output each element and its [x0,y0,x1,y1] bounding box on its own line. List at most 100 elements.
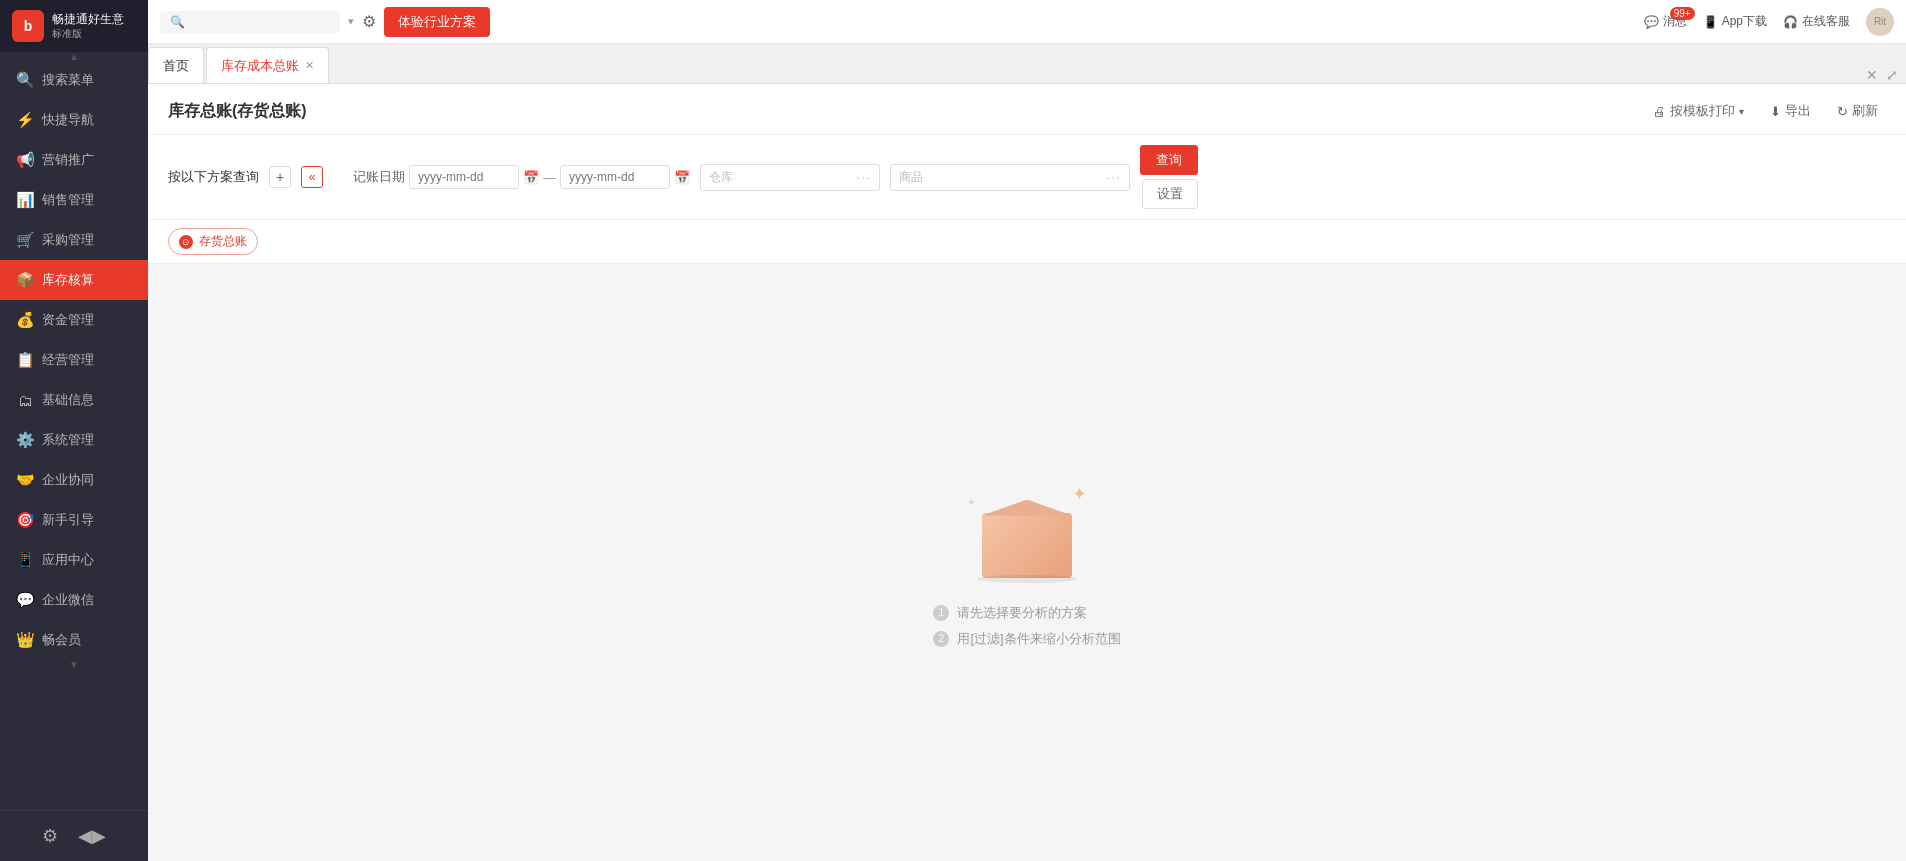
topbar-chevron-icon[interactable]: ▾ [348,15,354,28]
scroll-up[interactable]: ▲ [0,52,148,60]
content-area: 库存总账(存货总账) 🖨 按模板打印 ▾ ⬇ 导出 ↻ 刷新 按以下方案查询 [148,84,1906,861]
industry-btn[interactable]: 体验行业方案 [384,7,490,37]
filter-collapse-btn[interactable]: « [301,166,323,188]
corp-icon: 🤝 [16,471,34,489]
guide-icon: 🎯 [16,511,34,529]
query-btn[interactable]: 查询 [1140,145,1198,175]
sidebar-nav: ▲ 🔍 搜索菜单 ⚡ 快捷导航 📢 营销推广 📊 销售管理 🛒 采购管理 📦 库… [0,52,148,810]
sidebar: b 畅捷通好生意 标准版 ▲ 🔍 搜索菜单 ⚡ 快捷导航 📢 营销推广 📊 销售… [0,0,148,861]
filter-goods[interactable]: 商品 ··· [890,164,1130,191]
panel-close-btn[interactable]: ✕ [1866,67,1878,83]
sidebar-item-system[interactable]: ⚙️ 系统管理 [0,420,148,460]
tab-home[interactable]: 首页 [148,47,204,83]
sidebar-item-guide[interactable]: 🎯 新手引导 [0,500,148,540]
export-icon: ⬇ [1770,104,1781,119]
warehouse-more-icon[interactable]: ··· [856,169,871,185]
topbar: 🔍 ▾ ⚙ 体验行业方案 💬 消息 99+ 📱 App下载 🎧 在线客服 Rit [148,0,1906,44]
sidebar-item-search[interactable]: 🔍 搜索菜单 [0,60,148,100]
page-header: 库存总账(存货总账) 🖨 按模板打印 ▾ ⬇ 导出 ↻ 刷新 [148,84,1906,135]
refresh-icon: ↻ [1837,104,1848,119]
filter-bar: 按以下方案查询 + « 记账日期 📅 — 📅 仓库 ··· 商品 ··· 查询 [148,135,1906,220]
box-top [982,500,1072,516]
scheme-dot-icon: ⊙ [179,235,193,249]
messages-btn[interactable]: 💬 消息 99+ [1644,13,1687,30]
filter-warehouse[interactable]: 仓库 ··· [700,164,880,191]
sidebar-item-corp[interactable]: 🤝 企业协同 [0,460,148,500]
sidebar-item-purchase[interactable]: 🛒 采购管理 [0,220,148,260]
vip-icon: 👑 [16,631,34,649]
refresh-btn[interactable]: ↻ 刷新 [1829,98,1886,124]
box-body [982,513,1072,578]
print-icon: 🖨 [1653,104,1666,119]
sidebar-bottom: ⚙ ◀▶ [0,810,148,861]
calendar-end-icon[interactable]: 📅 [674,170,690,185]
sparkle-icon: ✦ [1072,483,1087,505]
wechat-icon: 💬 [16,591,34,609]
service-icon: 🎧 [1783,15,1798,29]
goods-label: 商品 [899,169,923,186]
sidebar-logo: b 畅捷通好生意 标准版 [0,0,148,52]
marketing-icon: 📢 [16,151,34,169]
tab-bar: 首页 库存成本总账 ✕ ✕ ⤢ [148,44,1906,84]
filter-date-group: 记账日期 📅 — 📅 [353,165,690,189]
goods-more-icon[interactable]: ··· [1106,169,1121,185]
online-service-btn[interactable]: 🎧 在线客服 [1783,13,1850,30]
tab-inventory-cost[interactable]: 库存成本总账 ✕ [206,47,329,83]
app-logo-icon: b [12,10,44,42]
user-avatar[interactable]: Rit [1866,8,1894,36]
filter-add-btn[interactable]: + [269,166,291,188]
empty-illustration: ✦ ✦ [957,478,1097,588]
logo-char: b [24,18,33,34]
purchase-icon: 🛒 [16,231,34,249]
date-separator: — [543,170,556,185]
search-icon: 🔍 [16,71,34,89]
topbar-search[interactable]: 🔍 [160,11,340,33]
filter-settings-btn[interactable]: 设置 [1142,179,1198,209]
empty-hint-2: 2 用[过滤]条件来缩小分析范围 [933,630,1120,648]
settings-bottom-btn[interactable]: ⚙ [34,821,66,851]
scheme-name: 存货总账 [199,233,247,250]
sparkle-icon2: ✦ [967,496,976,509]
quicknav-icon: ⚡ [16,111,34,129]
sidebar-item-inventory[interactable]: 📦 库存核算 [0,260,148,300]
system-icon: ⚙️ [16,431,34,449]
sidebar-item-operations[interactable]: 📋 经营管理 [0,340,148,380]
search-magnifier-icon: 🔍 [170,15,185,29]
filter-date-end[interactable] [560,165,670,189]
funds-icon: 💰 [16,311,34,329]
print-btn[interactable]: 🖨 按模板打印 ▾ [1645,98,1752,124]
filter-label: 按以下方案查询 [168,168,259,186]
sidebar-item-apps[interactable]: 📱 应用中心 [0,540,148,580]
hint-num-2: 2 [933,631,949,647]
sidebar-item-sales[interactable]: 📊 销售管理 [0,180,148,220]
sidebar-item-quicknav[interactable]: ⚡ 快捷导航 [0,100,148,140]
app-download-btn[interactable]: 📱 App下载 [1703,13,1767,30]
tab-close-icon[interactable]: ✕ [305,59,314,72]
empty-hints: 1 请先选择要分析的方案 2 用[过滤]条件来缩小分析范围 [933,604,1120,648]
sidebar-item-marketing[interactable]: 📢 营销推广 [0,140,148,180]
apps-icon: 📱 [16,551,34,569]
operations-icon: 📋 [16,351,34,369]
filter-date-label: 记账日期 [353,168,405,186]
export-btn[interactable]: ⬇ 导出 [1762,98,1819,124]
hint-num-1: 1 [933,605,949,621]
message-icon: 💬 [1644,15,1659,29]
collapse-bottom-btn[interactable]: ◀▶ [70,821,114,851]
sidebar-item-funds[interactable]: 💰 资金管理 [0,300,148,340]
sidebar-item-basic[interactable]: 🗂 基础信息 [0,380,148,420]
panel-expand-btn[interactable]: ⤢ [1886,67,1898,83]
empty-state: ✦ ✦ 1 请先选择要分析的方案 2 用[过滤]条件来缩小分析范围 [148,264,1906,861]
print-chevron-icon: ▾ [1739,106,1744,117]
sidebar-item-vip[interactable]: 👑 畅会员 [0,620,148,660]
scroll-down[interactable]: ▼ [0,660,148,668]
warehouse-label: 仓库 [709,169,733,186]
sidebar-item-wechat[interactable]: 💬 企业微信 [0,580,148,620]
scheme-item[interactable]: ⊙ 存货总账 [168,228,258,255]
empty-hint-1: 1 请先选择要分析的方案 [933,604,1120,622]
app-icon: 📱 [1703,15,1718,29]
topbar-right: 💬 消息 99+ 📱 App下载 🎧 在线客服 Rit [1644,8,1894,36]
filter-date-start[interactable] [409,165,519,189]
calendar-start-icon[interactable]: 📅 [523,170,539,185]
topbar-settings-icon[interactable]: ⚙ [362,12,376,31]
box-shadow [977,575,1077,583]
